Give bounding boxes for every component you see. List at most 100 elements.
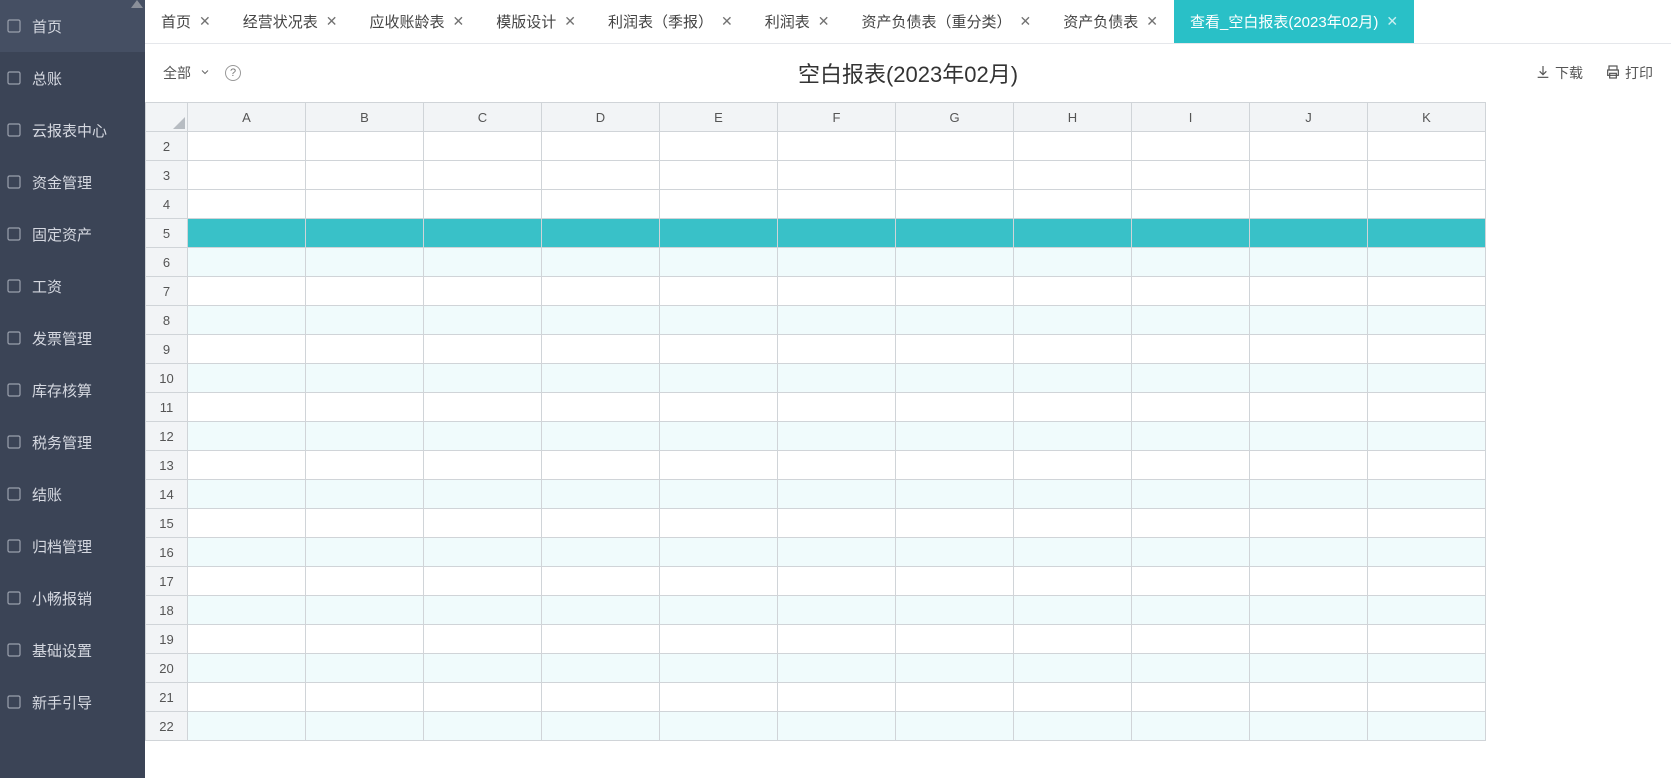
cell-B14[interactable] (306, 480, 424, 509)
cell-B19[interactable] (306, 625, 424, 654)
cell-B9[interactable] (306, 335, 424, 364)
cell-I9[interactable] (1132, 335, 1250, 364)
cell-K14[interactable] (1368, 480, 1486, 509)
cell-H5[interactable] (1014, 219, 1132, 248)
sidebar-item-4[interactable]: 固定资产 (0, 208, 145, 260)
cell-G6[interactable] (896, 248, 1014, 277)
cell-A13[interactable] (188, 451, 306, 480)
cell-A2[interactable] (188, 132, 306, 161)
cell-G10[interactable] (896, 364, 1014, 393)
cell-F9[interactable] (778, 335, 896, 364)
cell-G13[interactable] (896, 451, 1014, 480)
cell-J9[interactable] (1250, 335, 1368, 364)
cell-G16[interactable] (896, 538, 1014, 567)
cell-I18[interactable] (1132, 596, 1250, 625)
cell-C5[interactable] (424, 219, 542, 248)
cell-K12[interactable] (1368, 422, 1486, 451)
close-icon[interactable]: ✕ (453, 13, 465, 30)
cell-F10[interactable] (778, 364, 896, 393)
cell-G20[interactable] (896, 654, 1014, 683)
cell-I5[interactable] (1132, 219, 1250, 248)
cell-J19[interactable] (1250, 625, 1368, 654)
cell-F14[interactable] (778, 480, 896, 509)
row-header-21[interactable]: 21 (146, 683, 188, 712)
cell-B7[interactable] (306, 277, 424, 306)
cell-C13[interactable] (424, 451, 542, 480)
cell-G15[interactable] (896, 509, 1014, 538)
cell-D3[interactable] (542, 161, 660, 190)
cell-C3[interactable] (424, 161, 542, 190)
cell-I7[interactable] (1132, 277, 1250, 306)
cell-F17[interactable] (778, 567, 896, 596)
cell-I11[interactable] (1132, 393, 1250, 422)
close-icon[interactable]: ✕ (818, 13, 830, 30)
cell-C9[interactable] (424, 335, 542, 364)
row-header-9[interactable]: 9 (146, 335, 188, 364)
cell-C20[interactable] (424, 654, 542, 683)
cell-G8[interactable] (896, 306, 1014, 335)
cell-B5[interactable] (306, 219, 424, 248)
tab-5[interactable]: 利润表✕ (749, 0, 846, 43)
cell-I2[interactable] (1132, 132, 1250, 161)
cell-A5[interactable] (188, 219, 306, 248)
cell-J22[interactable] (1250, 712, 1368, 741)
cell-I16[interactable] (1132, 538, 1250, 567)
row-header-13[interactable]: 13 (146, 451, 188, 480)
row-header-19[interactable]: 19 (146, 625, 188, 654)
cell-J20[interactable] (1250, 654, 1368, 683)
cell-B4[interactable] (306, 190, 424, 219)
close-icon[interactable]: ✕ (1020, 13, 1032, 30)
cell-D7[interactable] (542, 277, 660, 306)
cell-D13[interactable] (542, 451, 660, 480)
cell-C12[interactable] (424, 422, 542, 451)
sidebar-item-7[interactable]: 库存核算 (0, 364, 145, 416)
cell-J4[interactable] (1250, 190, 1368, 219)
cell-B22[interactable] (306, 712, 424, 741)
col-header-A[interactable]: A (188, 103, 306, 132)
cell-A11[interactable] (188, 393, 306, 422)
cell-E16[interactable] (660, 538, 778, 567)
cell-K21[interactable] (1368, 683, 1486, 712)
cell-H8[interactable] (1014, 306, 1132, 335)
cell-K7[interactable] (1368, 277, 1486, 306)
cell-G9[interactable] (896, 335, 1014, 364)
cell-C7[interactable] (424, 277, 542, 306)
cell-H16[interactable] (1014, 538, 1132, 567)
col-header-I[interactable]: I (1132, 103, 1250, 132)
cell-G2[interactable] (896, 132, 1014, 161)
cell-C4[interactable] (424, 190, 542, 219)
cell-G4[interactable] (896, 190, 1014, 219)
cell-F15[interactable] (778, 509, 896, 538)
cell-F19[interactable] (778, 625, 896, 654)
cell-B20[interactable] (306, 654, 424, 683)
cell-I15[interactable] (1132, 509, 1250, 538)
cell-K4[interactable] (1368, 190, 1486, 219)
row-header-20[interactable]: 20 (146, 654, 188, 683)
cell-F3[interactable] (778, 161, 896, 190)
cell-K10[interactable] (1368, 364, 1486, 393)
cell-H15[interactable] (1014, 509, 1132, 538)
cell-F2[interactable] (778, 132, 896, 161)
col-header-H[interactable]: H (1014, 103, 1132, 132)
row-header-18[interactable]: 18 (146, 596, 188, 625)
cell-D22[interactable] (542, 712, 660, 741)
close-icon[interactable]: ✕ (1386, 13, 1398, 30)
cell-H12[interactable] (1014, 422, 1132, 451)
cell-E10[interactable] (660, 364, 778, 393)
cell-J17[interactable] (1250, 567, 1368, 596)
cell-G17[interactable] (896, 567, 1014, 596)
tab-6[interactable]: 资产负债表（重分类）✕ (846, 0, 1048, 43)
sheet-corner[interactable] (146, 103, 188, 132)
cell-E19[interactable] (660, 625, 778, 654)
cell-F20[interactable] (778, 654, 896, 683)
row-header-14[interactable]: 14 (146, 480, 188, 509)
cell-I3[interactable] (1132, 161, 1250, 190)
cell-E13[interactable] (660, 451, 778, 480)
cell-C14[interactable] (424, 480, 542, 509)
cell-D12[interactable] (542, 422, 660, 451)
cell-E18[interactable] (660, 596, 778, 625)
cell-I14[interactable] (1132, 480, 1250, 509)
tab-7[interactable]: 资产负债表✕ (1047, 0, 1174, 43)
cell-J21[interactable] (1250, 683, 1368, 712)
row-header-17[interactable]: 17 (146, 567, 188, 596)
